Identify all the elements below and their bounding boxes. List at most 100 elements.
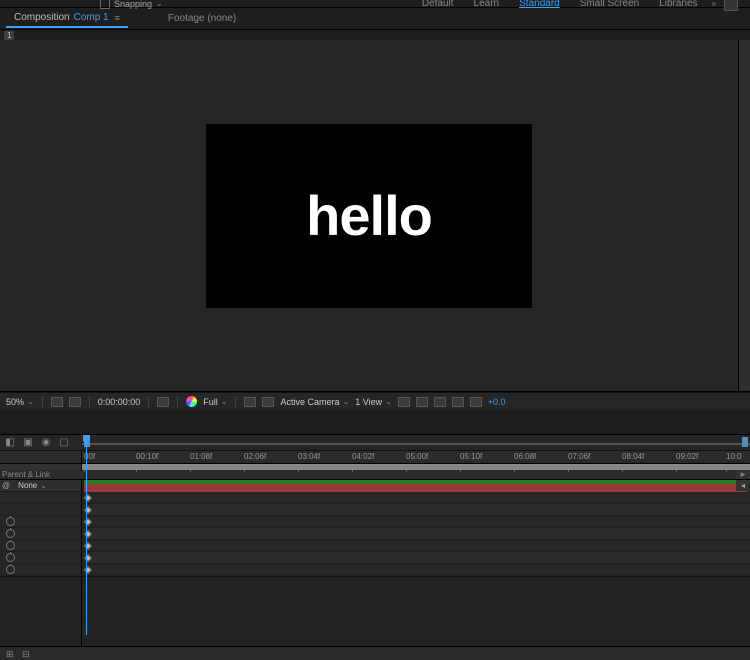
tab-footage[interactable]: Footage (none) (160, 10, 244, 27)
ruler-tick: 07:06f (568, 452, 590, 461)
resolution-dropdown[interactable]: Full ⌄ (203, 397, 227, 407)
viewer-canvas-area[interactable]: hello (0, 40, 738, 391)
timeline-empty-area[interactable] (82, 577, 750, 646)
chevron-down-icon: ⌄ (40, 481, 47, 490)
snapping-toggle[interactable]: Snapping ⌄ (100, 0, 163, 9)
ruler-tick: 01:08f (190, 452, 212, 461)
snapping-label: Snapping (114, 0, 152, 9)
tab-composition-prefix: Composition (14, 12, 70, 23)
workspace-learn[interactable]: Learn (468, 0, 506, 9)
workspace-small-screen[interactable]: Small Screen (574, 0, 645, 9)
property-row[interactable] (0, 540, 750, 552)
tab-composition[interactable]: Composition Comp 1 ≡ (6, 9, 128, 28)
frame-blend-icon[interactable]: ▣ (22, 437, 34, 449)
stopwatch-icon[interactable] (6, 529, 15, 538)
workspace-default[interactable]: Default (416, 0, 460, 9)
timeline-footer: ⊞ ⊟ (0, 646, 750, 660)
property-row[interactable] (0, 552, 750, 564)
ruler-tick: 06:08f (514, 452, 536, 461)
empty-track-area (0, 576, 750, 646)
zoom-value: 50% (6, 397, 24, 407)
workspace-libraries[interactable]: Libraries (653, 0, 703, 9)
flowchart-icon[interactable] (452, 397, 464, 407)
playhead[interactable] (86, 435, 87, 635)
stopwatch-icon[interactable] (6, 517, 15, 526)
top-menu-bar: Snapping ⌄ Default Learn Standard Small … (0, 0, 750, 8)
ruler-tick: 04:02f (352, 452, 374, 461)
mask-visibility-icon[interactable] (69, 397, 81, 407)
search-icon[interactable] (724, 0, 738, 11)
chevron-down-icon: ⌄ (385, 397, 392, 406)
parent-dropdown[interactable]: None ⌄ (14, 481, 55, 490)
ruler-tick: 08:04f (622, 452, 644, 461)
channel-icon[interactable] (186, 396, 197, 407)
toggle-switches-icon[interactable]: ⊞ (6, 649, 16, 659)
resolution-value: Full (203, 397, 218, 407)
exposure-value[interactable]: +0.0 (488, 397, 506, 407)
views-value: 1 View (355, 397, 382, 407)
workspace-switcher: Default Learn Standard Small Screen Libr… (416, 0, 750, 11)
composition-viewer: hello (0, 40, 750, 392)
comp-marker-button[interactable]: ▸ (736, 470, 750, 479)
composition-canvas[interactable]: hello (206, 124, 532, 308)
roi-icon[interactable] (244, 397, 256, 407)
layer-duration-bar[interactable]: ◂ (82, 480, 750, 491)
toggle-modes-icon[interactable]: ⊟ (22, 649, 32, 659)
workspace-overflow-icon[interactable]: » (712, 0, 716, 8)
current-time[interactable]: 0:00:00:00 (98, 397, 141, 407)
chevron-down-icon: ⌄ (343, 397, 350, 406)
transparency-grid-icon[interactable] (262, 397, 274, 407)
comp-badge[interactable]: 1 (4, 31, 14, 40)
panel-tabs: Composition Comp 1 ≡ Footage (none) (0, 8, 750, 30)
panel-divider[interactable] (0, 410, 750, 434)
zoom-dropdown[interactable]: 50% ⌄ (6, 397, 34, 407)
workspace-standard[interactable]: Standard (513, 0, 566, 9)
layer-columns-header: Parent & Link ▸ (0, 470, 750, 480)
ruler-tick: 05:10f (460, 452, 482, 461)
motion-blur-icon[interactable]: ◉ (40, 437, 52, 449)
shy-icon[interactable]: ◧ (4, 437, 16, 449)
timeline-header: ◧ ▣ ◉ ▢ (0, 434, 750, 450)
grid-icon[interactable] (51, 397, 63, 407)
chevron-down-icon: ⌄ (156, 0, 163, 8)
stopwatch-icon[interactable] (6, 541, 15, 550)
parent-value: None (18, 481, 37, 490)
ruler-tick: 10:0 (726, 452, 742, 461)
work-area-bar[interactable] (82, 443, 750, 445)
property-row[interactable] (0, 528, 750, 540)
parent-link-header: Parent & Link (0, 470, 82, 479)
time-ruler[interactable]: 00f 00:10f 01:08f 02:06f 03:04f 04:02f 0… (82, 451, 750, 463)
property-row[interactable] (0, 492, 750, 504)
views-dropdown[interactable]: 1 View ⌄ (355, 397, 392, 407)
property-row[interactable] (0, 564, 750, 576)
canvas-text-layer[interactable]: hello (306, 183, 432, 248)
ruler-tick: 03:04f (298, 452, 320, 461)
layer-row[interactable]: @ None ⌄ ◂ (0, 480, 750, 492)
stopwatch-icon[interactable] (6, 565, 15, 574)
chevron-down-icon: ⌄ (27, 397, 34, 406)
ruler-tick: 09:02f (676, 452, 698, 461)
time-ruler-row: 00f 00:10f 01:08f 02:06f 03:04f 04:02f 0… (0, 450, 750, 464)
property-row[interactable] (0, 516, 750, 528)
ruler-tick: 02:06f (244, 452, 266, 461)
camera-value: Active Camera (280, 397, 339, 407)
camera-dropdown[interactable]: Active Camera ⌄ (280, 397, 349, 407)
snapshot-icon[interactable] (157, 397, 169, 407)
tab-composition-name: Comp 1 (74, 12, 109, 23)
comp-badge-row: 1 (0, 30, 750, 40)
chevron-down-icon: ⌄ (221, 397, 228, 406)
layer-end-handle-icon[interactable]: ◂ (736, 480, 750, 491)
fast-preview-icon[interactable] (416, 397, 428, 407)
stopwatch-icon[interactable] (6, 553, 15, 562)
panel-menu-icon[interactable]: ≡ (115, 13, 120, 23)
ruler-tick: 05:00f (406, 452, 428, 461)
property-row[interactable] (0, 504, 750, 516)
timeline-icon[interactable] (434, 397, 446, 407)
graph-editor-icon[interactable]: ▢ (58, 437, 70, 449)
viewer-footer: 50% ⌄ 0:00:00:00 Full ⌄ Active Camera ⌄ … (0, 392, 750, 410)
pickwhip-icon[interactable]: @ (2, 481, 10, 490)
checkbox-icon (100, 0, 110, 9)
reset-exposure-icon[interactable] (470, 397, 482, 407)
pixel-aspect-icon[interactable] (398, 397, 410, 407)
viewer-right-rail (738, 40, 750, 391)
